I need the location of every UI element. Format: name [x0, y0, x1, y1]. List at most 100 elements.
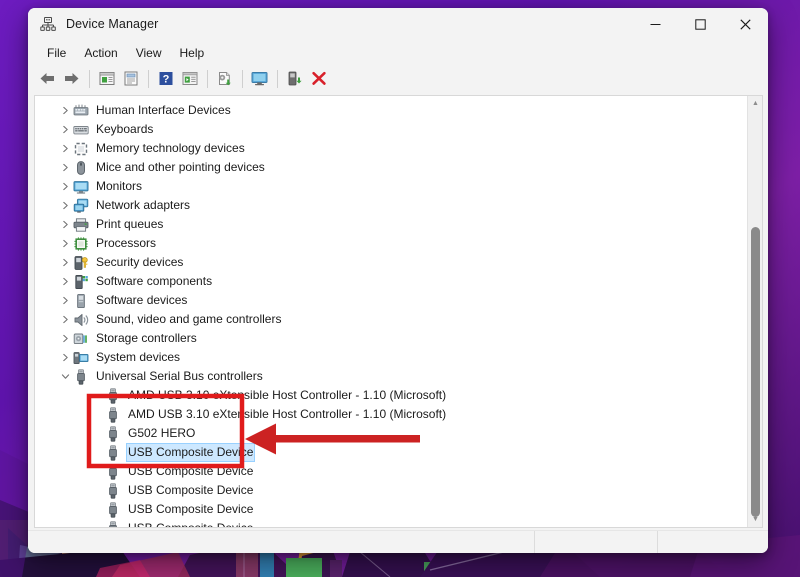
tree-row[interactable]: USB Composite Device — [35, 500, 747, 519]
tree-row[interactable]: System devices — [35, 348, 747, 367]
tree-row[interactable]: Monitors — [35, 177, 747, 196]
tree-row[interactable]: USB Composite Device — [35, 519, 747, 527]
tree-row-label: Storage controllers — [96, 331, 197, 345]
chevron-right-icon[interactable] — [57, 177, 73, 196]
tree-row[interactable]: Mice and other pointing devices — [35, 158, 747, 177]
toolbar: ? — [28, 65, 768, 92]
tree-row[interactable]: Universal Serial Bus controllers — [35, 367, 747, 386]
minimize-button[interactable] — [633, 8, 678, 40]
tree-row[interactable]: Network adapters — [35, 196, 747, 215]
tree-row[interactable]: Sound, video and game controllers — [35, 310, 747, 329]
chevron-down-icon[interactable] — [57, 367, 73, 386]
chevron-right-icon[interactable] — [57, 348, 73, 367]
update-driver-button[interactable] — [213, 68, 236, 90]
enable-device-button[interactable] — [283, 68, 306, 90]
tree-row[interactable]: AMD USB 3.10 eXtensible Host Controller … — [35, 405, 747, 424]
tree-row[interactable]: Security devices — [35, 253, 747, 272]
software-component-icon — [73, 274, 89, 290]
scrollbar-thumb[interactable] — [751, 227, 760, 517]
chevron-right-icon[interactable] — [57, 329, 73, 348]
usb-icon — [105, 425, 121, 442]
chevron-right-icon[interactable] — [57, 196, 73, 215]
chevron-right-icon[interactable] — [57, 101, 73, 120]
tree-row[interactable]: Storage controllers — [35, 329, 747, 348]
tree-row-label: Universal Serial Bus controllers — [96, 369, 263, 383]
usb-icon — [105, 520, 121, 527]
device-tree[interactable]: Human Interface Devices Keyboards Memory t… — [35, 96, 747, 527]
tree-row-label: Memory technology devices — [96, 141, 245, 155]
tree-row[interactable]: USB Composite Device — [35, 462, 747, 481]
tree-row[interactable]: USB Composite Device — [35, 443, 747, 462]
scan-for-hardware-changes-button[interactable] — [178, 68, 201, 90]
tree-row[interactable]: Human Interface Devices — [35, 101, 747, 120]
tree-row-label: Print queues — [96, 217, 164, 231]
forward-button[interactable] — [60, 68, 83, 90]
chevron-right-icon[interactable] — [57, 310, 73, 329]
chevron-right-icon[interactable] — [57, 291, 73, 310]
update-driver-icon — [218, 72, 231, 86]
menu-item-action[interactable]: Action — [75, 43, 126, 63]
chevron-right-icon[interactable] — [57, 272, 73, 291]
usb-icon — [105, 444, 121, 461]
status-cell-2 — [535, 531, 657, 554]
monitor-icon — [73, 179, 89, 195]
tree-row[interactable]: Software components — [35, 272, 747, 291]
security-icon — [73, 255, 89, 271]
maximize-button[interactable] — [678, 8, 723, 40]
close-button[interactable] — [723, 8, 768, 40]
tree-row-label: System devices — [96, 350, 181, 364]
tree-row[interactable]: G502 HERO — [35, 424, 747, 443]
chevron-right-icon[interactable] — [57, 234, 73, 253]
chevron-right-icon[interactable] — [57, 253, 73, 272]
chevron-right-icon[interactable] — [57, 139, 73, 158]
title-bar[interactable]: Device Manager — [28, 8, 768, 40]
menu-item-file[interactable]: File — [38, 43, 75, 63]
tree-row-label: Sound, video and game controllers — [96, 312, 282, 326]
tree-row-label: AMD USB 3.10 eXtensible Host Controller … — [128, 407, 447, 421]
chevron-right-icon[interactable] — [57, 158, 73, 177]
usb-icon — [105, 463, 121, 480]
storage-controller-icon — [73, 331, 89, 347]
scroll-down-button[interactable]: ▼ — [748, 512, 762, 527]
tree-row[interactable]: AMD USB 3.10 eXtensible Host Controller … — [35, 386, 747, 405]
help-button[interactable]: ? — [154, 68, 177, 90]
tree-row-label: USB Composite Device — [126, 443, 256, 462]
software-device-icon — [73, 293, 89, 309]
vertical-scrollbar[interactable]: ▲ ▼ — [747, 96, 762, 527]
properties-button[interactable] — [119, 68, 142, 90]
tree-row[interactable]: Memory technology devices — [35, 139, 747, 158]
tree-row-label: Keyboards — [96, 122, 154, 136]
keyboard-icon — [73, 122, 89, 138]
usb-icon — [73, 368, 89, 385]
hid-icon — [73, 103, 89, 119]
menu-bar: File Action View Help — [28, 40, 768, 65]
menu-item-help[interactable]: Help — [171, 43, 214, 63]
red-x-icon — [311, 71, 326, 85]
device-manager-icon — [40, 17, 56, 31]
tree-row[interactable]: Software devices — [35, 291, 747, 310]
tree-row-label: USB Composite Device — [126, 519, 255, 527]
tree-row-label: Processors — [96, 236, 157, 250]
window-controls — [633, 8, 768, 40]
back-button[interactable] — [36, 68, 59, 90]
help-question-icon: ? — [159, 72, 172, 86]
tree-row[interactable]: Keyboards — [35, 120, 747, 139]
scroll-up-button[interactable]: ▲ — [748, 96, 762, 111]
tree-row-label: USB Composite Device — [128, 502, 254, 516]
arrow-left-icon — [40, 73, 54, 84]
show-hide-console-tree-button[interactable] — [95, 68, 118, 90]
uninstall-device-button[interactable] — [307, 68, 330, 90]
display-button[interactable] — [248, 68, 271, 90]
chevron-right-icon[interactable] — [57, 120, 73, 139]
tree-row[interactable]: USB Composite Device — [35, 481, 747, 500]
menu-item-view[interactable]: View — [127, 43, 171, 63]
tree-row[interactable]: Print queues — [35, 215, 747, 234]
maximize-icon — [695, 18, 706, 30]
properties-icon — [124, 71, 137, 86]
minimize-icon — [650, 23, 661, 25]
device-manager-window: Device Manager File Action View Help ? H… — [28, 8, 768, 553]
chevron-right-icon[interactable] — [57, 215, 73, 234]
svg-text:?: ? — [162, 74, 169, 86]
console-tree-icon — [99, 72, 114, 85]
tree-row[interactable]: Processors — [35, 234, 747, 253]
